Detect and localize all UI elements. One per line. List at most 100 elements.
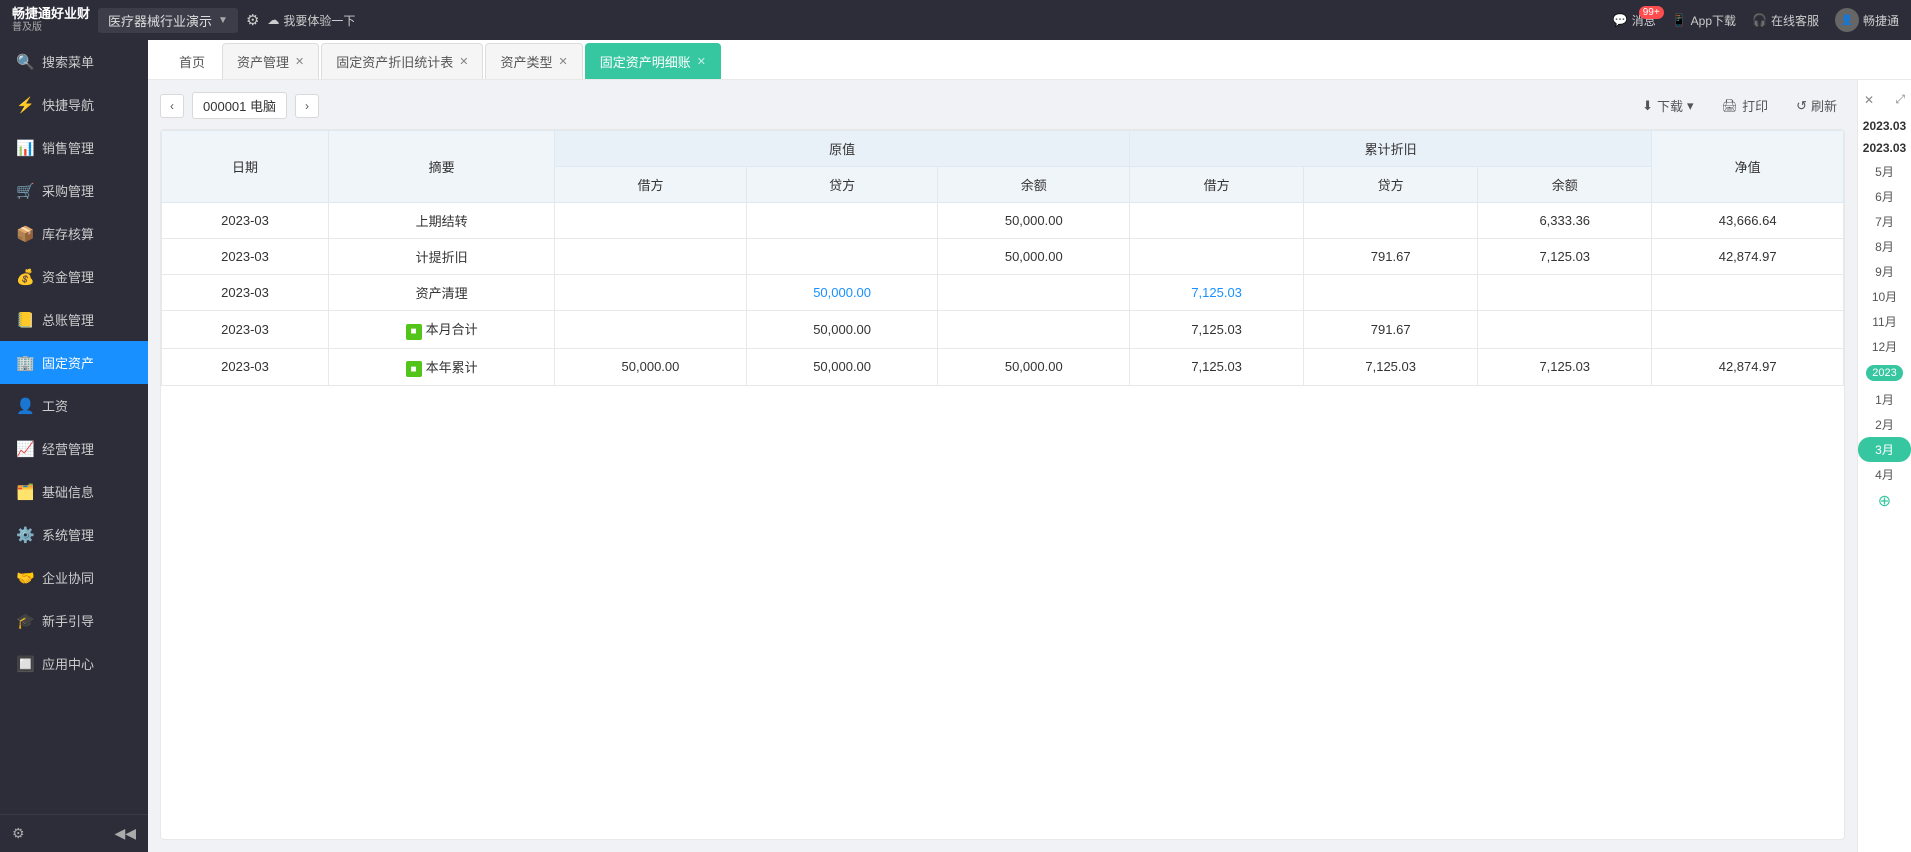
table-row: 2023-03 ■本月合计 50,000.00 7,125.03 791.67: [162, 311, 1844, 349]
company-settings-icon[interactable]: ⚙: [246, 11, 259, 29]
wages-icon: 👤: [16, 397, 34, 415]
message-icon: 💬: [1613, 13, 1628, 27]
year-label-top1: 2023.03: [1858, 115, 1911, 137]
right-panel-header: ✕ ⤢: [1858, 88, 1911, 111]
settings-bottom-icon[interactable]: ⚙: [12, 825, 25, 842]
month-item-2[interactable]: 2月: [1858, 412, 1911, 437]
app-logo: 畅捷通好业财 普及版: [12, 6, 90, 34]
app-download-button[interactable]: 📱 App下载: [1672, 12, 1736, 29]
sidebar-item-label: 快捷导航: [42, 95, 94, 114]
month-item-9[interactable]: 9月: [1858, 259, 1911, 284]
month-item-3[interactable]: 3月: [1858, 437, 1911, 462]
sidebar-item-enterprise[interactable]: 🤝 企业协同: [0, 556, 148, 599]
sidebar-item-label: 库存核算: [42, 224, 94, 243]
th-orig-credit: 贷方: [746, 167, 938, 203]
data-table-wrapper: 日期 摘要 原值 累计折旧 净值 借方 贷方 余额 借方: [160, 129, 1845, 840]
sidebar-item-fixed-assets[interactable]: 🏢 固定资产: [0, 341, 148, 384]
sidebar-item-operations[interactable]: 📈 经营管理: [0, 427, 148, 470]
sidebar: 🔍 搜索菜单 ⚡ 快捷导航 📊 销售管理 🛒 采购管理 📦 库存核算 💰 资金管…: [0, 40, 148, 852]
next-asset-button[interactable]: ›: [295, 94, 319, 118]
content-area: 首页 资产管理 ✕ 固定资产折旧统计表 ✕ 资产类型 ✕ 固定资产明细账 ✕: [148, 40, 1911, 852]
expand-panel-icon[interactable]: ⤢: [1895, 92, 1905, 107]
avatar: 👤: [1835, 8, 1859, 32]
main-layout: 🔍 搜索菜单 ⚡ 快捷导航 📊 销售管理 🛒 采购管理 📦 库存核算 💰 资金管…: [0, 40, 1911, 852]
sidebar-item-system[interactable]: ⚙️ 系统管理: [0, 513, 148, 556]
tab-home[interactable]: 首页: [164, 43, 220, 79]
sales-icon: 📊: [16, 139, 34, 157]
tab-depreciation-stats[interactable]: 固定资产折旧统计表 ✕: [321, 43, 483, 79]
sidebar-item-app-center[interactable]: 🔲 应用中心: [0, 642, 148, 685]
experience-button[interactable]: ☁ 我要体验一下: [267, 12, 355, 29]
download-button[interactable]: ⬇ 下载 ▾: [1634, 92, 1701, 119]
dropdown-arrow-icon: ▼: [218, 15, 228, 26]
th-original-value: 原值: [555, 131, 1130, 167]
sidebar-item-label: 采购管理: [42, 181, 94, 200]
topbar-right: 💬 消息 99+ 📱 App下载 🎧 在线客服 👤 畅捷通: [1613, 8, 1899, 32]
th-orig-debit: 借方: [555, 167, 747, 203]
close-icon[interactable]: ✕: [295, 55, 304, 68]
close-panel-icon[interactable]: ✕: [1864, 93, 1874, 107]
system-icon: ⚙️: [16, 526, 34, 544]
year-label-top2: 2023.03: [1858, 137, 1911, 159]
topbar-left: 畅捷通好业财 普及版 医疗器械行业演示 ▼ ⚙ ☁ 我要体验一下: [12, 6, 355, 34]
th-accumulated-depreciation: 累计折旧: [1130, 131, 1652, 167]
tab-asset-mgmt[interactable]: 资产管理 ✕: [222, 43, 319, 79]
month-item-4[interactable]: 4月: [1858, 462, 1911, 487]
tab-asset-type[interactable]: 资产类型 ✕: [485, 43, 582, 79]
cloud-icon: ☁: [267, 13, 279, 27]
sidebar-item-label: 工资: [42, 396, 68, 415]
sidebar-item-ledger[interactable]: 📒 总账管理: [0, 298, 148, 341]
close-icon[interactable]: ✕: [559, 55, 568, 68]
year-badge-2023[interactable]: 2023: [1866, 365, 1902, 381]
tabbar: 首页 资产管理 ✕ 固定资产折旧统计表 ✕ 资产类型 ✕ 固定资产明细账 ✕: [148, 40, 1911, 80]
app-center-icon: 🔲: [16, 655, 34, 673]
company-selector[interactable]: 医疗器械行业演示 ▼: [98, 8, 238, 33]
scroll-down-icon[interactable]: ⊕: [1878, 491, 1891, 511]
prev-asset-button[interactable]: ‹: [160, 94, 184, 118]
month-item-8[interactable]: 8月: [1858, 234, 1911, 259]
purchase-icon: 🛒: [16, 182, 34, 200]
sidebar-item-label: 固定资产: [42, 353, 94, 372]
sidebar-item-purchase[interactable]: 🛒 采购管理: [0, 169, 148, 212]
table-row: 2023-03 计提折旧 50,000.00 791.67 7,125.03 4…: [162, 239, 1844, 275]
month-item-5[interactable]: 5月: [1858, 159, 1911, 184]
close-icon[interactable]: ✕: [459, 55, 468, 68]
sidebar-item-sales[interactable]: 📊 销售管理: [0, 126, 148, 169]
capital-icon: 💰: [16, 268, 34, 286]
sidebar-item-label: 搜索菜单: [42, 52, 94, 71]
sidebar-item-search[interactable]: 🔍 搜索菜单: [0, 40, 148, 83]
app-icon: 📱: [1672, 13, 1687, 27]
month-total-badge: ■: [406, 324, 422, 340]
customer-service-button[interactable]: 🎧 在线客服: [1752, 12, 1819, 29]
sidebar-item-wages[interactable]: 👤 工资: [0, 384, 148, 427]
tab-asset-detail[interactable]: 固定资产明细账 ✕: [585, 43, 721, 79]
sidebar-item-label: 经营管理: [42, 439, 94, 458]
sidebar-item-capital[interactable]: 💰 资金管理: [0, 255, 148, 298]
month-item-1[interactable]: 1月: [1858, 387, 1911, 412]
ledger-icon: 📒: [16, 311, 34, 329]
sidebar-item-guide[interactable]: 🎓 新手引导: [0, 599, 148, 642]
sidebar-item-basic-info[interactable]: 🗂️ 基础信息: [0, 470, 148, 513]
sidebar-item-quick-nav[interactable]: ⚡ 快捷导航: [0, 83, 148, 126]
page-main: ‹ 000001 电脑 › ⬇ 下载 ▾ 🖨: [148, 80, 1857, 852]
dropdown-arrow-icon: ▾: [1687, 98, 1694, 114]
collapse-icon[interactable]: ◀◀: [114, 825, 136, 842]
user-profile-button[interactable]: 👤 畅捷通: [1835, 8, 1899, 32]
guide-icon: 🎓: [16, 612, 34, 630]
operations-icon: 📈: [16, 440, 34, 458]
refresh-button[interactable]: ↺ 刷新: [1788, 92, 1845, 119]
close-icon[interactable]: ✕: [697, 55, 706, 68]
month-item-10[interactable]: 10月: [1858, 284, 1911, 309]
th-accum-debit: 借方: [1130, 167, 1304, 203]
sidebar-item-label: 应用中心: [42, 654, 94, 673]
month-item-6[interactable]: 6月: [1858, 184, 1911, 209]
month-item-12[interactable]: 12月: [1858, 334, 1911, 359]
message-button[interactable]: 💬 消息 99+: [1613, 12, 1656, 29]
month-item-7[interactable]: 7月: [1858, 209, 1911, 234]
sidebar-item-label: 新手引导: [42, 611, 94, 630]
sidebar-item-inventory[interactable]: 📦 库存核算: [0, 212, 148, 255]
month-item-11[interactable]: 11月: [1858, 309, 1911, 334]
sidebar-item-label: 资金管理: [42, 267, 94, 286]
print-button[interactable]: 🖨 打印: [1714, 92, 1777, 119]
sidebar-bottom: ⚙ ◀◀: [0, 814, 148, 852]
